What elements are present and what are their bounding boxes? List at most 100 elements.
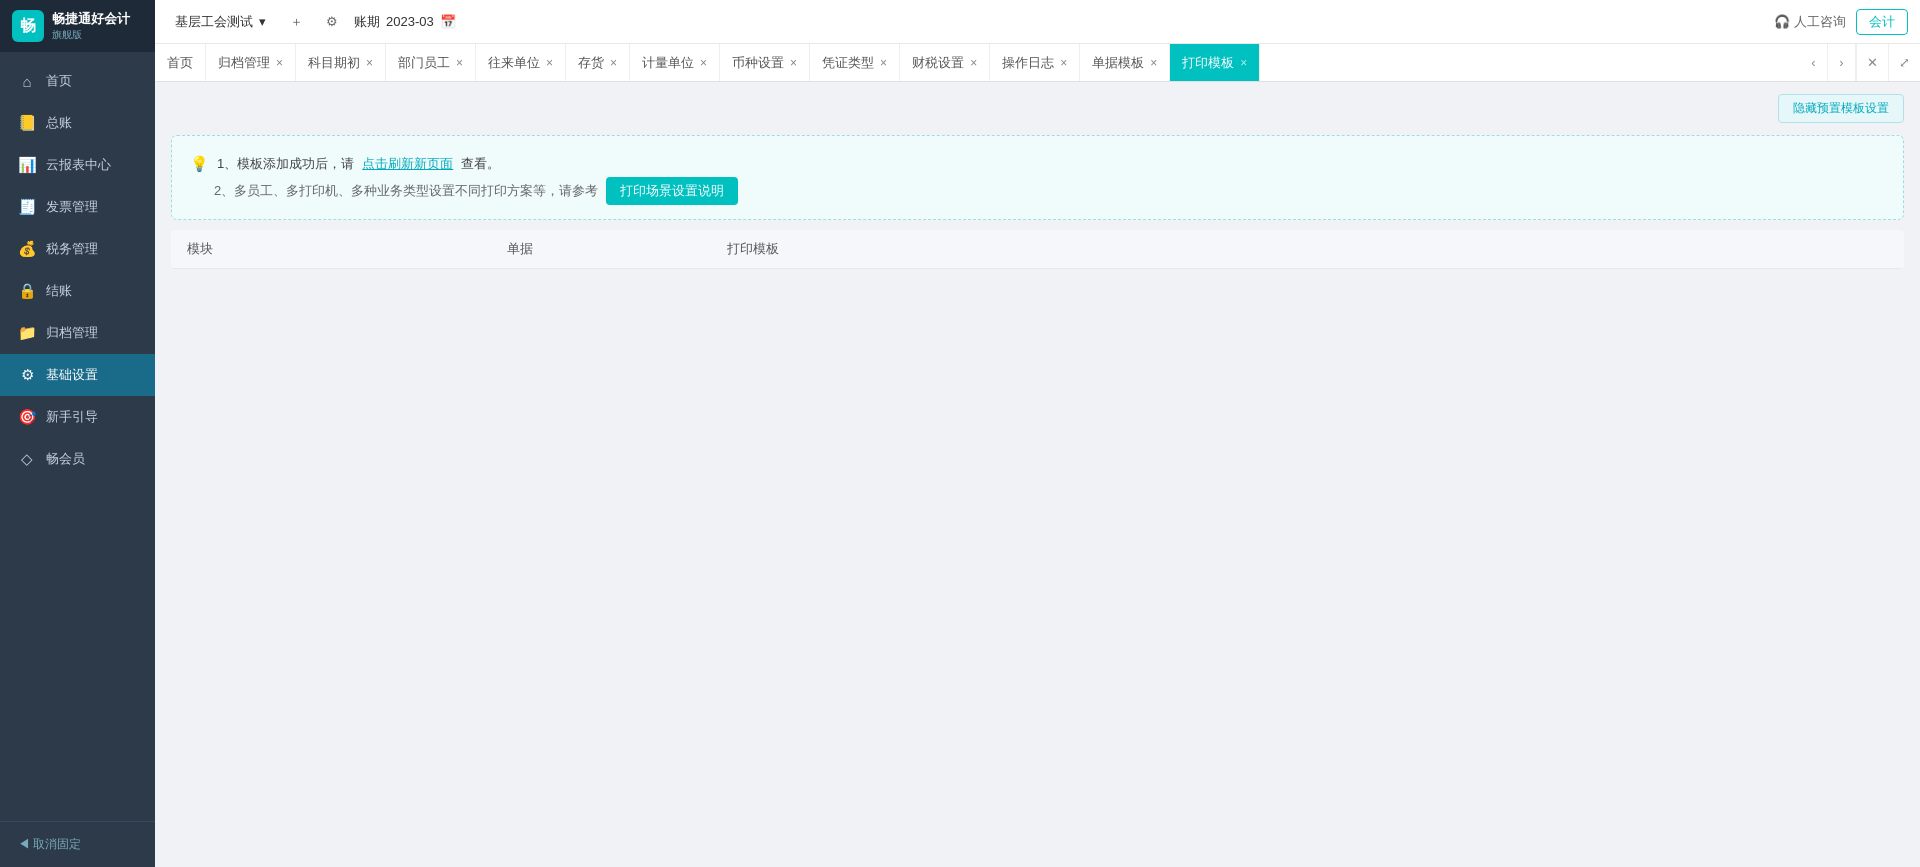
sidebar-logo: 畅 畅捷通好会计 旗舰版 — [0, 0, 155, 52]
logo-sub: 旗舰版 — [52, 28, 130, 42]
nav-label-reports: 云报表中心 — [46, 156, 111, 174]
tab-close-print_template[interactable]: × — [1240, 56, 1247, 70]
tab-close-voucher_type[interactable]: × — [880, 56, 887, 70]
headset-icon: 🎧 — [1774, 14, 1790, 29]
nav-label-home: 首页 — [46, 72, 72, 90]
tab-unit[interactable]: 计量单位 × — [630, 44, 720, 81]
tab-home[interactable]: 首页 — [155, 44, 206, 81]
nav-icon-ledger: 📒 — [18, 114, 36, 132]
nav-label-archive: 归档管理 — [46, 324, 98, 342]
tab-tax_settings[interactable]: 财税设置 × — [900, 44, 990, 81]
print-template-table: 模块 单据 打印模板 — [171, 230, 1904, 269]
tab-label-op_log: 操作日志 — [1002, 54, 1054, 72]
tab-label-supplier: 往来单位 — [488, 54, 540, 72]
nav-icon-home: ⌂ — [18, 73, 36, 90]
tab-close-op_log[interactable]: × — [1060, 56, 1067, 70]
sidebar-item-home[interactable]: ⌂ 首页 — [0, 60, 155, 102]
tab-close-unit[interactable]: × — [700, 56, 707, 70]
tab-close-tax_settings[interactable]: × — [970, 56, 977, 70]
nav-icon-invoice: 🧾 — [18, 198, 36, 216]
tab-dept[interactable]: 部门员工 × — [386, 44, 476, 81]
info-line1-post: 查看。 — [461, 152, 500, 175]
nav-label-invoice: 发票管理 — [46, 198, 98, 216]
nav-label-ledger: 总账 — [46, 114, 72, 132]
nav-icon-member: ◇ — [18, 450, 36, 468]
sidebar-item-close[interactable]: 🔒结账 — [0, 270, 155, 312]
company-selector[interactable]: 基层工会测试 ▾ — [167, 9, 274, 35]
sidebar-item-reports[interactable]: 📊云报表中心 — [0, 144, 155, 186]
tab-label-tax_settings: 财税设置 — [912, 54, 964, 72]
sidebar-nav: ⌂ 首页 📒 总账 📊云报表中心 🧾 发票管理 💰 税务管理 🔒结账📁归档管理⚙基础设置🎯新手引导… — [0, 52, 155, 821]
tab-label-inventory: 存货 — [578, 54, 604, 72]
col-header-bill: 单据 — [491, 240, 711, 258]
tab-close-inventory[interactable]: × — [610, 56, 617, 70]
sidebar-item-ledger[interactable]: 📒 总账 — [0, 102, 155, 144]
nav-icon-settings: ⚙ — [18, 366, 36, 384]
col-header-template: 打印模板 — [711, 240, 1904, 258]
top-bar: 基层工会测试 ▾ ＋ ⚙ 账期 2023-03 📅 🎧 人工咨询 会计 — [155, 0, 1920, 44]
logo-text: 畅捷通好会计 旗舰版 — [52, 10, 130, 42]
tab-close-archive[interactable]: × — [276, 56, 283, 70]
sidebar-footer[interactable]: ◀ 取消固定 — [0, 821, 155, 867]
tab-label-bill_template: 单据模板 — [1092, 54, 1144, 72]
dropdown-icon: ▾ — [259, 14, 266, 29]
sidebar-item-invoice[interactable]: 🧾 发票管理 — [0, 186, 155, 228]
tab-expand-button[interactable]: ⤢ — [1888, 44, 1920, 81]
tab-voucher_type[interactable]: 凭证类型 × — [810, 44, 900, 81]
top-bar-right: 🎧 人工咨询 会计 — [1774, 9, 1908, 35]
tab-currency[interactable]: 币种设置 × — [720, 44, 810, 81]
sidebar: 畅 畅捷通好会计 旗舰版 ⌂ 首页 📒 总账 📊云报表中心 🧾 发票管理 💰 税务管理 🔒结账📁归… — [0, 0, 155, 867]
tab-supplier[interactable]: 往来单位 × — [476, 44, 566, 81]
tab-close-all-button[interactable]: ✕ — [1856, 44, 1888, 81]
info-line-1: 💡 1、模板添加成功后，请点击刷新新页面查看。 — [190, 150, 1885, 177]
sidebar-item-archive[interactable]: 📁归档管理 — [0, 312, 155, 354]
sidebar-item-member[interactable]: ◇畅会员 — [0, 438, 155, 480]
info-banner: 💡 1、模板添加成功后，请点击刷新新页面查看。 2、多员工、多打印机、多种业务类… — [171, 135, 1904, 220]
print-guide-button[interactable]: 打印场景设置说明 — [606, 177, 738, 205]
help-button[interactable]: 🎧 人工咨询 — [1774, 13, 1846, 31]
tab-close-supplier[interactable]: × — [546, 56, 553, 70]
sidebar-item-guide[interactable]: 🎯新手引导 — [0, 396, 155, 438]
tab-label-voucher_type: 凭证类型 — [822, 54, 874, 72]
nav-icon-tax: 💰 — [18, 240, 36, 258]
tab-op_log[interactable]: 操作日志 × — [990, 44, 1080, 81]
tab-inventory[interactable]: 存货 × — [566, 44, 630, 81]
hide-preview-section: 隐藏预置模板设置 — [155, 82, 1920, 127]
tab-print_template[interactable]: 打印模板 × — [1170, 44, 1260, 81]
content-area: 隐藏预置模板设置 💡 1、模板添加成功后，请点击刷新新页面查看。 2、多员工、多… — [155, 82, 1920, 867]
unpin-label: ◀ 取消固定 — [18, 836, 81, 853]
add-tab-button[interactable]: ＋ — [282, 8, 310, 36]
tab-label-dept: 部门员工 — [398, 54, 450, 72]
period-label: 账期 2023-03 📅 — [354, 13, 456, 31]
table-header-row: 模块 单据 打印模板 — [171, 230, 1904, 269]
nav-label-guide: 新手引导 — [46, 408, 98, 426]
tab-close-period[interactable]: × — [366, 56, 373, 70]
tab-label-print_template: 打印模板 — [1182, 54, 1234, 72]
sidebar-item-tax[interactable]: 💰 税务管理 — [0, 228, 155, 270]
tab-prev-button[interactable]: ‹ — [1800, 44, 1828, 81]
tab-bill_template[interactable]: 单据模板 × — [1080, 44, 1170, 81]
account-label: 会计 — [1869, 14, 1895, 29]
tab-close-dept[interactable]: × — [456, 56, 463, 70]
tab-label-period: 科目期初 — [308, 54, 360, 72]
tab-next-button[interactable]: › — [1828, 44, 1856, 81]
tab-label-archive: 归档管理 — [218, 54, 270, 72]
hide-preview-button[interactable]: 隐藏预置模板设置 — [1778, 94, 1904, 123]
tab-period[interactable]: 科目期初 × — [296, 44, 386, 81]
tab-label-currency: 币种设置 — [732, 54, 784, 72]
nav-label-tax: 税务管理 — [46, 240, 98, 258]
account-button[interactable]: 会计 — [1856, 9, 1908, 35]
info-line-2: 2、多员工、多打印机、多种业务类型设置不同打印方案等，请参考 打印场景设置说明 — [214, 177, 1885, 205]
calendar-icon[interactable]: 📅 — [440, 14, 456, 29]
tab-archive[interactable]: 归档管理 × — [206, 44, 296, 81]
tab-close-currency[interactable]: × — [790, 56, 797, 70]
settings-icon[interactable]: ⚙ — [318, 8, 346, 36]
tab-bar: 首页归档管理 × 科目期初 × 部门员工 × 往来单位 × 存货 × 计量单位 × 币种设置 × 凭证类型 ×… — [155, 44, 1920, 82]
tab-label-unit: 计量单位 — [642, 54, 694, 72]
main-area: 基层工会测试 ▾ ＋ ⚙ 账期 2023-03 📅 🎧 人工咨询 会计 首页归档… — [155, 0, 1920, 867]
refresh-link[interactable]: 点击刷新新页面 — [362, 152, 453, 175]
tab-close-bill_template[interactable]: × — [1150, 56, 1157, 70]
sidebar-item-settings[interactable]: ⚙基础设置 — [0, 354, 155, 396]
info-line1-pre: 1、模板添加成功后，请 — [217, 152, 354, 175]
logo-title: 畅捷通好会计 — [52, 10, 130, 28]
